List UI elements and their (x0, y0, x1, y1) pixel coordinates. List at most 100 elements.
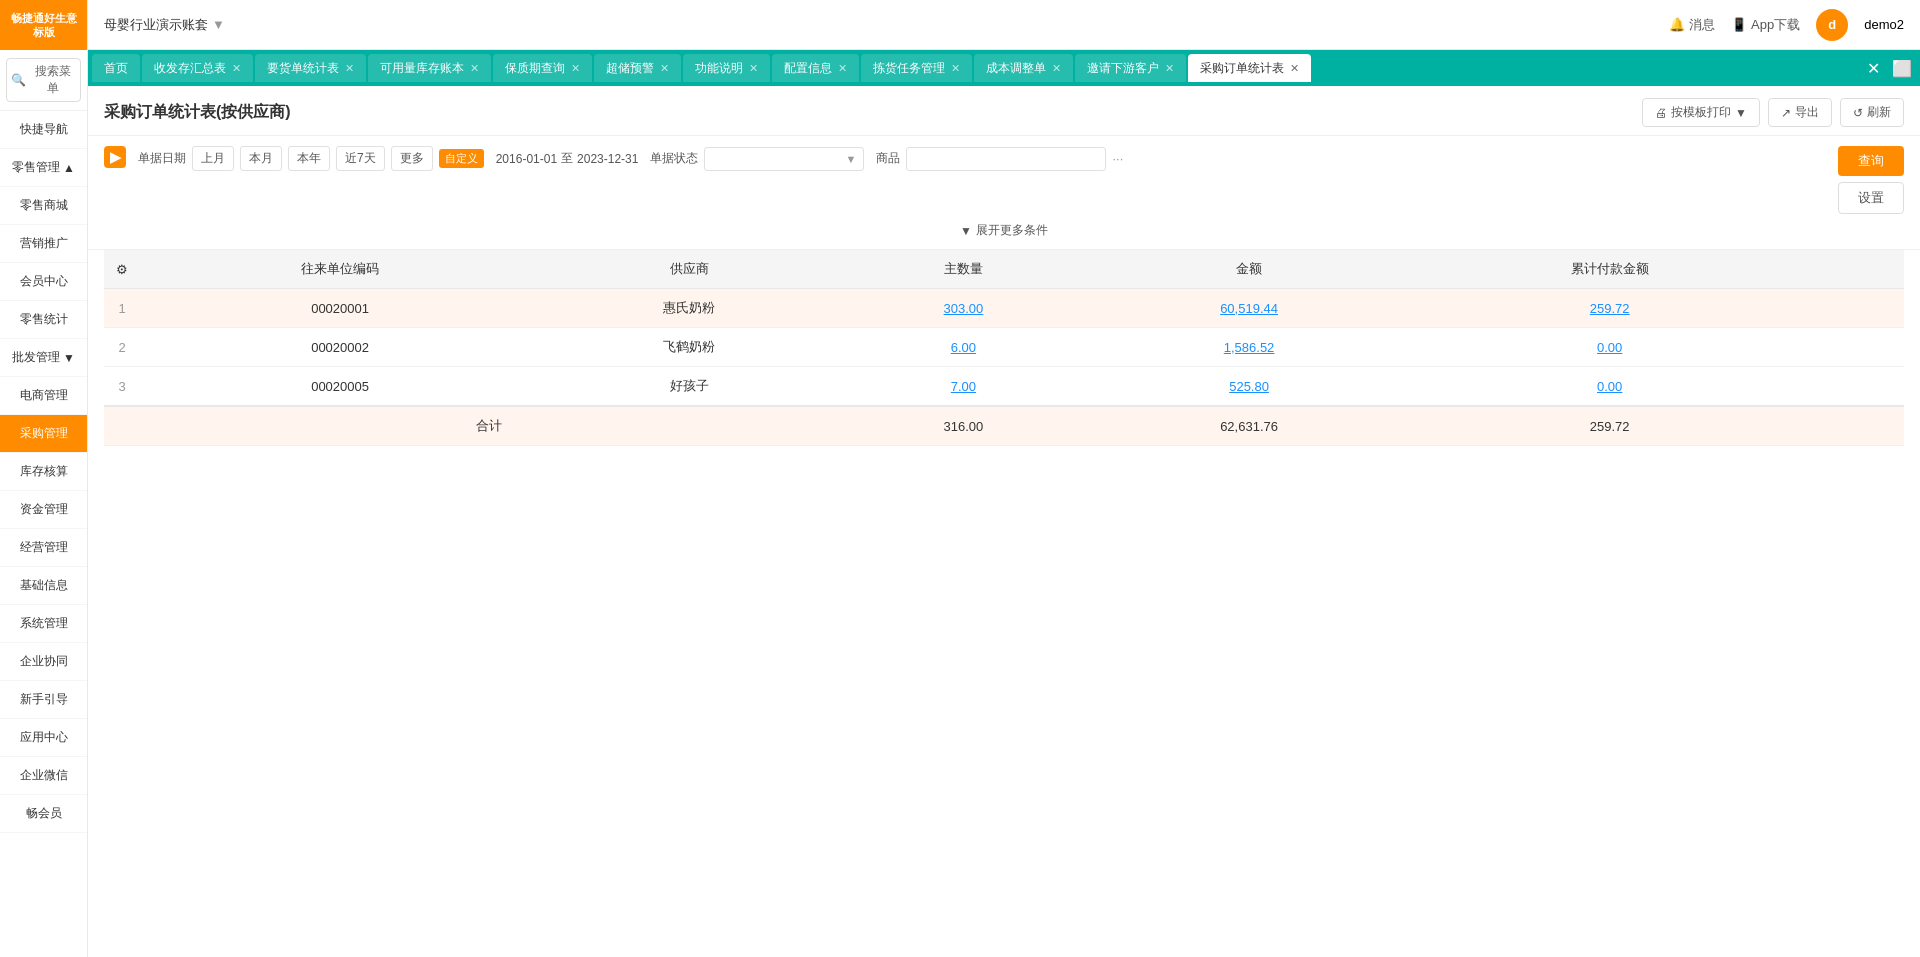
date-7days-btn[interactable]: 近7天 (336, 146, 385, 171)
gear-icon[interactable]: ⚙ (116, 262, 128, 277)
settings-button[interactable]: 设置 (1838, 182, 1904, 214)
tab-close-icon[interactable]: ✕ (749, 62, 758, 75)
row-amount[interactable]: 60,519.44 (1089, 289, 1410, 328)
goods-filter: 商品 ··· (876, 147, 1123, 171)
sidebar-item-finance[interactable]: 资金管理 (0, 491, 87, 529)
th-settings[interactable]: ⚙ (104, 250, 140, 289)
sidebar-item-system[interactable]: 系统管理 (0, 605, 87, 643)
sidebar-item-wholesale[interactable]: 批发管理 ▼ (0, 339, 87, 377)
row-qty[interactable]: 303.00 (838, 289, 1088, 328)
refresh-button[interactable]: ↺ 刷新 (1840, 98, 1904, 127)
row-no: 1 (104, 289, 140, 328)
filter-toggle-button[interactable]: ▶ (104, 146, 126, 168)
sidebar-item-retail[interactable]: 零售管理 ▲ (0, 149, 87, 187)
message-button[interactable]: 🔔 消息 (1669, 16, 1715, 34)
sidebar-item-app-center[interactable]: 应用中心 (0, 719, 87, 757)
tab-invite-downstream[interactable]: 邀请下游客户 ✕ (1075, 54, 1186, 82)
query-button[interactable]: 查询 (1838, 146, 1904, 176)
row-qty[interactable]: 7.00 (838, 367, 1088, 407)
tab-config-info[interactable]: 配置信息 ✕ (772, 54, 859, 82)
print-button[interactable]: 🖨 按模板打印 ▼ (1642, 98, 1760, 127)
goods-more-icon[interactable]: ··· (1112, 151, 1123, 166)
tab-close-icon[interactable]: ✕ (470, 62, 479, 75)
tab-home[interactable]: 首页 (92, 54, 140, 82)
sidebar-item-operations[interactable]: 经营管理 (0, 529, 87, 567)
date-separator: 至 (561, 150, 573, 167)
row-amount[interactable]: 1,586.52 (1089, 328, 1410, 367)
tab-close-icon[interactable]: ✕ (1052, 62, 1061, 75)
expand-icon: ▼ (960, 224, 972, 238)
goods-input[interactable] (906, 147, 1106, 171)
tab-close-icon[interactable]: ✕ (1165, 62, 1174, 75)
sidebar-item-retail-stat[interactable]: 零售统计 (0, 301, 87, 339)
summary-empty (104, 406, 140, 446)
date-more-btn[interactable]: 更多 (391, 146, 433, 171)
printer-icon: 🖨 (1655, 106, 1667, 120)
date-this-month-btn[interactable]: 本月 (240, 146, 282, 171)
sidebar-item-quick-nav[interactable]: 快捷导航 (0, 111, 87, 149)
tab-pick-task[interactable]: 拣货任务管理 ✕ (861, 54, 972, 82)
tab-expiry-query[interactable]: 保质期查询 ✕ (493, 54, 592, 82)
refresh-icon: ↺ (1853, 106, 1863, 120)
date-filter: 单据日期 上月 本月 本年 近7天 更多 自定义 (138, 146, 484, 171)
th-code: 往来单位编码 (140, 250, 540, 289)
sidebar-item-purchase[interactable]: 采购管理 (0, 415, 87, 453)
tab-cost-adjust[interactable]: 成本调整单 ✕ (974, 54, 1073, 82)
sidebar-item-member[interactable]: 会员中心 (0, 263, 87, 301)
filter-main: 单据日期 上月 本月 本年 近7天 更多 自定义 2016-01-01 至 20… (138, 146, 1826, 171)
th-amount: 金额 (1089, 250, 1410, 289)
expand-more-button[interactable]: ▼ 展开更多条件 (960, 222, 1048, 239)
app-download-button[interactable]: 📱 App下载 (1731, 16, 1800, 34)
tab-close-icon[interactable]: ✕ (1290, 62, 1299, 75)
sidebar-search-area[interactable]: 🔍 搜索菜单 (0, 50, 87, 111)
tab-purchase-summary[interactable]: 采购订单统计表 ✕ (1188, 54, 1311, 82)
tab-overstock-warning[interactable]: 超储预警 ✕ (594, 54, 681, 82)
sidebar-item-ecommerce[interactable]: 电商管理 (0, 377, 87, 415)
sidebar-item-marketing[interactable]: 营销推广 (0, 225, 87, 263)
maximize-button[interactable]: ⬜ (1888, 57, 1916, 80)
date-this-year-btn[interactable]: 本年 (288, 146, 330, 171)
app-logo: 畅捷通好生意 标版 (0, 0, 87, 50)
row-amount[interactable]: 525.80 (1089, 367, 1410, 407)
tab-order-summary[interactable]: 要货单统计表 ✕ (255, 54, 366, 82)
summary-amount: 62,631.76 (1089, 406, 1410, 446)
sidebar-item-vip-member[interactable]: 畅会员 (0, 795, 87, 833)
tab-close-icon[interactable]: ✕ (232, 62, 241, 75)
row-qty[interactable]: 6.00 (838, 328, 1088, 367)
row-paid[interactable]: 259.72 (1410, 289, 1810, 328)
status-select[interactable] (704, 147, 864, 171)
summary-label: 合计 (140, 406, 838, 446)
th-supplier: 供应商 (540, 250, 838, 289)
th-paid: 累计付款金额 (1410, 250, 1810, 289)
row-paid[interactable]: 0.00 (1410, 328, 1810, 367)
topbar-left: 母婴行业演示账套 ▼ (104, 16, 225, 34)
table-row: 1 00020001 惠氏奶粉 303.00 60,519.44 259.72 (104, 289, 1904, 328)
date-from: 2016-01-01 (496, 152, 557, 166)
tab-close-icon[interactable]: ✕ (345, 62, 354, 75)
sidebar-item-basic-info[interactable]: 基础信息 (0, 567, 87, 605)
tab-receive-summary[interactable]: 收发存汇总表 ✕ (142, 54, 253, 82)
sidebar-item-enterprise-collab[interactable]: 企业协同 (0, 643, 87, 681)
sidebar-item-retail-store[interactable]: 零售商城 (0, 187, 87, 225)
tab-close-icon[interactable]: ✕ (660, 62, 669, 75)
page-header: 采购订单统计表(按供应商) 🖨 按模板打印 ▼ ↗ 导出 ↺ 刷新 (88, 86, 1920, 136)
tab-close-icon[interactable]: ✕ (571, 62, 580, 75)
tab-function-desc[interactable]: 功能说明 ✕ (683, 54, 770, 82)
tab-close-icon[interactable]: ✕ (951, 62, 960, 75)
user-avatar[interactable]: d (1816, 9, 1848, 41)
tab-close-icon[interactable]: ✕ (838, 62, 847, 75)
date-prev-month-btn[interactable]: 上月 (192, 146, 234, 171)
tabbar-actions: ✕ ⬜ (1863, 57, 1916, 80)
sidebar-item-enterprise-wechat[interactable]: 企业微信 (0, 757, 87, 795)
close-all-tabs-button[interactable]: ✕ (1863, 57, 1884, 80)
tab-available-stock[interactable]: 可用量库存账本 ✕ (368, 54, 491, 82)
page-content: 采购订单统计表(按供应商) 🖨 按模板打印 ▼ ↗ 导出 ↺ 刷新 (88, 86, 1920, 957)
row-supplier: 飞鹤奶粉 (540, 328, 838, 367)
date-range-display: 2016-01-01 至 2023-12-31 (496, 150, 639, 167)
search-menu-button[interactable]: 🔍 搜索菜单 (6, 58, 81, 102)
sidebar-item-new-guide[interactable]: 新手引导 (0, 681, 87, 719)
row-paid[interactable]: 0.00 (1410, 367, 1810, 407)
export-button[interactable]: ↗ 导出 (1768, 98, 1832, 127)
workspace-selector[interactable]: 母婴行业演示账套 ▼ (104, 16, 225, 34)
sidebar-item-inventory[interactable]: 库存核算 (0, 453, 87, 491)
